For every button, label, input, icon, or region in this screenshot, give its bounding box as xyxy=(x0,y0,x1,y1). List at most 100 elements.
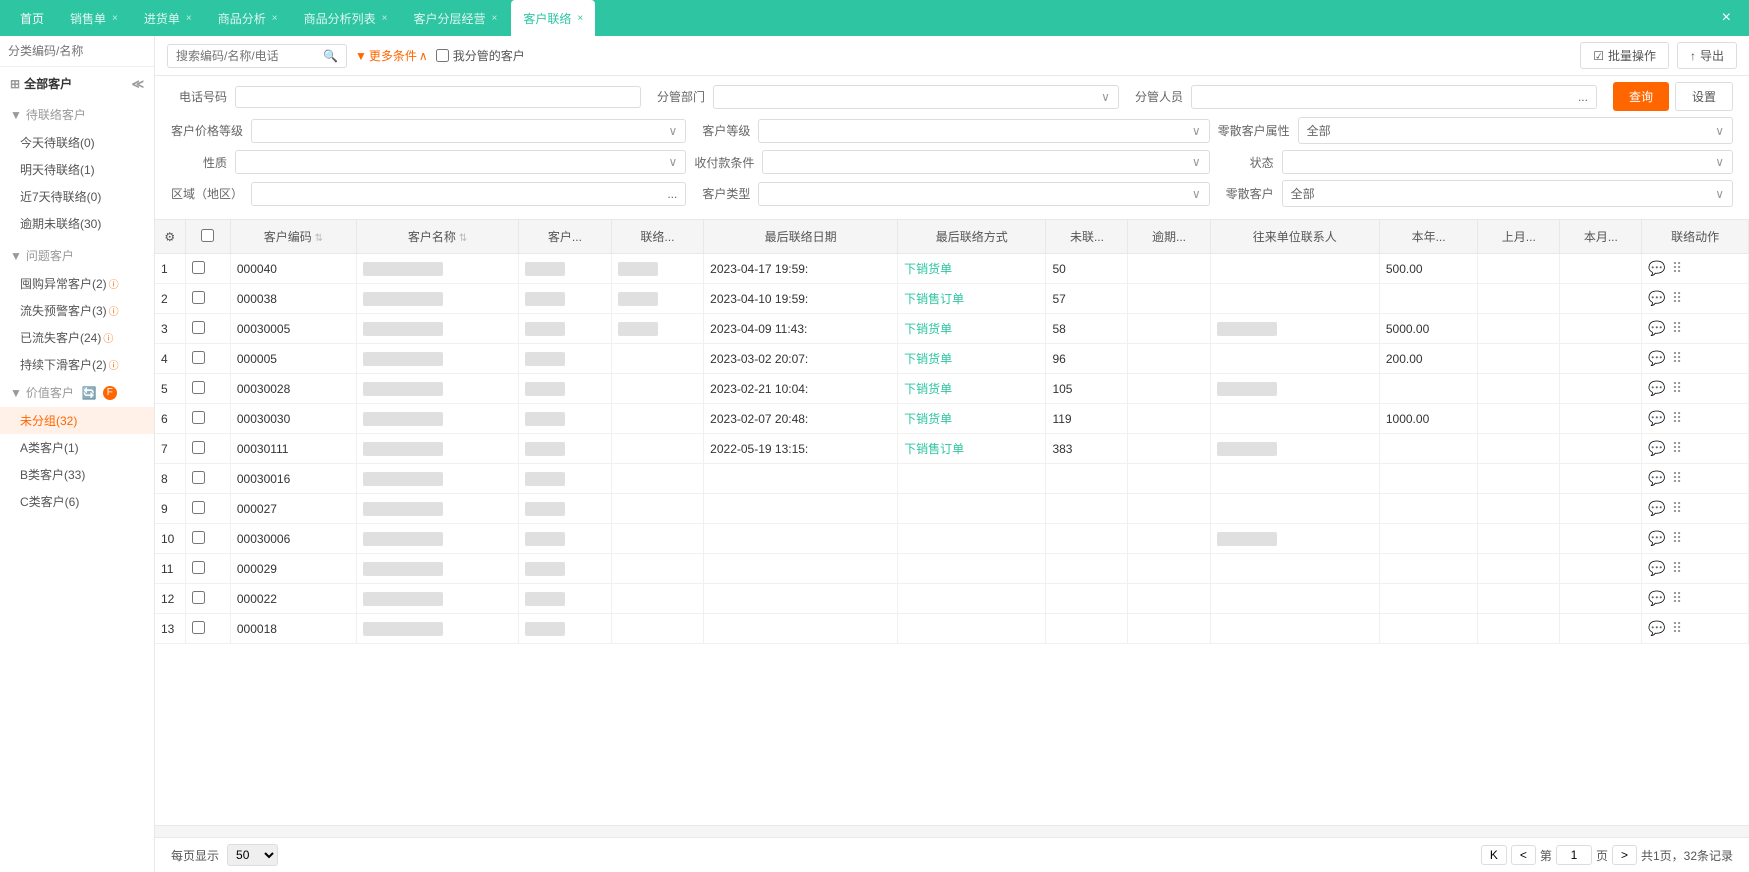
code-col-header[interactable]: 客户编码 xyxy=(230,220,356,254)
price-level-select[interactable]: ∨ xyxy=(251,119,686,143)
pending-section-header[interactable]: ▼ 待联络客户 xyxy=(0,100,154,129)
message-icon[interactable]: 💬 xyxy=(1648,560,1665,577)
prev-page-button[interactable]: < xyxy=(1511,845,1536,865)
row-checkbox-cell[interactable] xyxy=(185,344,230,374)
close-customer-segment-tab[interactable]: × xyxy=(491,13,497,24)
more-icon[interactable]: ⠿ xyxy=(1672,410,1682,427)
row-checkbox-cell[interactable] xyxy=(185,494,230,524)
row-checkbox[interactable] xyxy=(192,381,205,394)
collapse-sidebar-icon[interactable]: ≪ xyxy=(131,77,144,91)
tab-product-analysis-list[interactable]: 商品分析列表 × xyxy=(292,0,400,36)
more-icon[interactable]: ⠿ xyxy=(1672,530,1682,547)
person-dots[interactable]: ... xyxy=(1578,90,1588,104)
row-checkbox-cell[interactable] xyxy=(185,314,230,344)
row-checkbox[interactable] xyxy=(192,351,205,364)
more-icon[interactable]: ⠿ xyxy=(1672,500,1682,517)
message-icon[interactable]: 💬 xyxy=(1648,290,1665,307)
more-icon[interactable]: ⠿ xyxy=(1672,290,1682,307)
sidebar-item-ungroup[interactable]: 未分组(32) xyxy=(0,407,154,434)
more-icon[interactable]: ⠿ xyxy=(1672,590,1682,607)
message-icon[interactable]: 💬 xyxy=(1648,350,1665,367)
region-dots[interactable]: ... xyxy=(667,187,677,201)
score-section-header[interactable]: ▼ 价值客户 🔄 F xyxy=(0,378,154,407)
name-col-header[interactable]: 客户名称 xyxy=(356,220,518,254)
close-customer-contact-tab[interactable]: × xyxy=(577,13,583,24)
row-checkbox[interactable] xyxy=(192,621,205,634)
more-icon[interactable]: ⠿ xyxy=(1672,350,1682,367)
message-icon[interactable]: 💬 xyxy=(1648,530,1665,547)
dept-select[interactable]: ∨ xyxy=(713,85,1119,109)
message-icon[interactable]: 💬 xyxy=(1648,500,1665,517)
message-icon[interactable]: 💬 xyxy=(1648,410,1665,427)
select-all-checkbox[interactable] xyxy=(201,229,214,242)
row-checkbox-cell[interactable] xyxy=(185,584,230,614)
message-icon[interactable]: 💬 xyxy=(1648,590,1665,607)
retail-select[interactable]: 全部 ∨ xyxy=(1282,180,1733,207)
search-input[interactable] xyxy=(176,49,319,63)
row-checkbox[interactable] xyxy=(192,501,205,514)
row-checkbox-cell[interactable] xyxy=(185,554,230,584)
customer-type-select[interactable]: ∨ xyxy=(758,182,1209,206)
nature-select[interactable]: ∨ xyxy=(235,150,686,174)
tab-purchase[interactable]: 进货单 × xyxy=(132,0,204,36)
next-page-button[interactable]: > xyxy=(1612,845,1637,865)
sidebar-item-class-c[interactable]: C类客户(6) xyxy=(0,488,154,515)
sidebar-item-declining[interactable]: 持续下滑客户(2) ⓘ xyxy=(0,351,154,378)
last-method-link[interactable]: 下销货单 xyxy=(904,412,952,426)
row-checkbox[interactable] xyxy=(192,261,205,274)
more-icon[interactable]: ⠿ xyxy=(1672,320,1682,337)
region-select[interactable]: ... xyxy=(251,182,686,206)
message-icon[interactable]: 💬 xyxy=(1648,440,1665,457)
my-customers-checkbox[interactable] xyxy=(436,49,449,62)
last-method-link[interactable]: 下销售订单 xyxy=(904,442,964,456)
scrollbar-area[interactable] xyxy=(155,825,1749,837)
phone-input[interactable] xyxy=(235,86,641,108)
row-checkbox-cell[interactable] xyxy=(185,254,230,284)
close-product-analysis-tab[interactable]: × xyxy=(272,13,278,24)
sidebar-search-input[interactable] xyxy=(8,44,155,58)
tab-home[interactable]: 首页 xyxy=(8,0,56,36)
row-checkbox[interactable] xyxy=(192,441,205,454)
more-icon[interactable]: ⠿ xyxy=(1672,560,1682,577)
sidebar-item-lost[interactable]: 已流失客户(24) ⓘ xyxy=(0,324,154,351)
more-icon[interactable]: ⠿ xyxy=(1672,260,1682,277)
batch-operations-button[interactable]: ☑ 批量操作 xyxy=(1580,42,1669,69)
payment-select[interactable]: ∨ xyxy=(762,150,1209,174)
row-checkbox-cell[interactable] xyxy=(185,464,230,494)
tab-customer-contact[interactable]: 客户联络 × xyxy=(511,0,595,36)
per-page-select[interactable]: 50 100 xyxy=(227,844,278,866)
tab-sales[interactable]: 销售单 × xyxy=(58,0,130,36)
person-select[interactable]: ... xyxy=(1191,85,1597,109)
more-icon[interactable]: ⠿ xyxy=(1672,440,1682,457)
row-checkbox[interactable] xyxy=(192,561,205,574)
last-method-link[interactable]: 下销货单 xyxy=(904,382,952,396)
status-select[interactable]: ∨ xyxy=(1282,150,1733,174)
sidebar-item-7days-pending[interactable]: 近7天待联络(0) xyxy=(0,183,154,210)
reset-button[interactable]: 设置 xyxy=(1675,82,1733,111)
my-customers-checkbox-container[interactable]: 我分管的客户 xyxy=(436,47,525,64)
row-checkbox-cell[interactable] xyxy=(185,524,230,554)
sidebar-item-churn-warning[interactable]: 流失预警客户(3) ⓘ xyxy=(0,297,154,324)
level-select[interactable]: ∨ xyxy=(758,119,1209,143)
retail-attr-select[interactable]: 全部 ∨ xyxy=(1298,117,1733,144)
message-icon[interactable]: 💬 xyxy=(1648,260,1665,277)
close-all-button[interactable]: × xyxy=(1712,9,1741,27)
tab-product-analysis[interactable]: 商品分析 × xyxy=(206,0,290,36)
more-icon[interactable]: ⠿ xyxy=(1672,620,1682,637)
row-checkbox-cell[interactable] xyxy=(185,284,230,314)
row-checkbox-cell[interactable] xyxy=(185,434,230,464)
sidebar-item-overdue-pending[interactable]: 逾期未联络(30) xyxy=(0,210,154,237)
search-box[interactable]: 🔍 xyxy=(167,44,347,68)
message-icon[interactable]: 💬 xyxy=(1648,320,1665,337)
close-product-analysis-list-tab[interactable]: × xyxy=(382,13,388,24)
row-checkbox-cell[interactable] xyxy=(185,374,230,404)
export-button[interactable]: ↑ 导出 xyxy=(1677,42,1737,69)
phone-text-input[interactable] xyxy=(244,90,632,104)
row-checkbox[interactable] xyxy=(192,291,205,304)
more-icon[interactable]: ⠿ xyxy=(1672,380,1682,397)
last-method-link[interactable]: 下销货单 xyxy=(904,352,952,366)
all-customers-header[interactable]: ⊞ 全部客户 ≪ xyxy=(0,67,154,100)
sidebar-item-abnormal[interactable]: 囤购异常客户(2) ⓘ xyxy=(0,270,154,297)
message-icon[interactable]: 💬 xyxy=(1648,620,1665,637)
search-icon[interactable]: 🔍 xyxy=(323,49,338,63)
